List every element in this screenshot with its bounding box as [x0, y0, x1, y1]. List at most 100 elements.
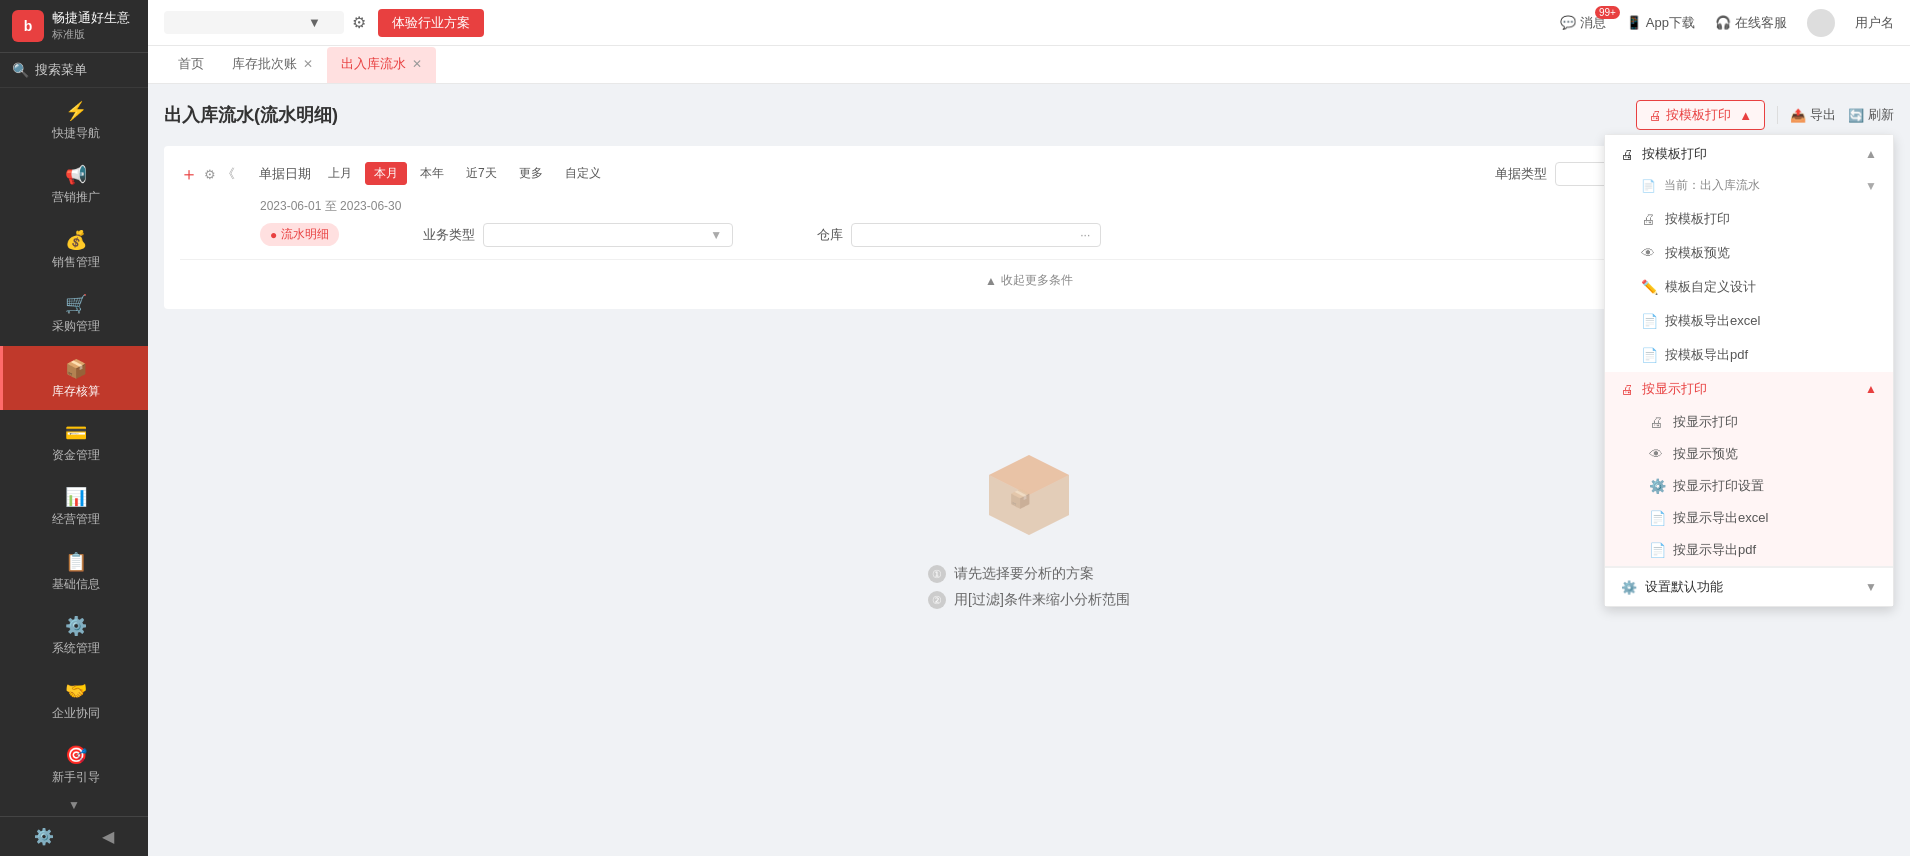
- topbar: ▼ ⚙ 体验行业方案 💬 消息 99+ 📱 App下载 🎧 在线客服: [148, 0, 1910, 46]
- filter-settings-btn[interactable]: ⚙: [204, 167, 216, 182]
- date-btn-custom[interactable]: 自定义: [556, 162, 610, 185]
- filter-add-btn[interactable]: ＋: [180, 162, 198, 186]
- sidebar-item-purchase[interactable]: 🛒 采购管理: [0, 281, 148, 345]
- basic-label: 基础信息: [52, 577, 100, 591]
- tag-label: 流水明细: [281, 226, 329, 243]
- tab-batch-close[interactable]: ✕: [303, 57, 313, 71]
- template-preview-icon: 👁: [1641, 245, 1657, 261]
- date-options: 上月 本月 本年 近7天 更多 自定义: [319, 162, 610, 185]
- app-download-label: App下载: [1646, 14, 1695, 32]
- filter-collapse-btn[interactable]: 《: [222, 165, 235, 183]
- topbar-right: 💬 消息 99+ 📱 App下载 🎧 在线客服 用户名: [1560, 9, 1894, 37]
- tab-batch-label: 库存批次账: [232, 55, 297, 73]
- dropdown-item-template-design[interactable]: ✏️ 模板自定义设计: [1605, 270, 1893, 304]
- sidebar-search[interactable]: 🔍 搜索菜单: [0, 53, 148, 88]
- tab-home[interactable]: 首页: [164, 47, 218, 83]
- dropdown-display-excel[interactable]: 📄 按显示导出excel: [1605, 502, 1893, 534]
- purchase-icon: 🛒: [65, 293, 87, 315]
- sidebar-item-basic[interactable]: 📋 基础信息: [0, 539, 148, 603]
- business-type-arrow: ▼: [710, 228, 722, 242]
- display-pdf-icon: 📄: [1649, 542, 1665, 558]
- page-actions: 🖨 按模板打印 ▲ 📤 导出 🔄 刷新: [1636, 100, 1894, 130]
- refresh-btn[interactable]: 🔄 刷新: [1848, 106, 1894, 124]
- sidebar-item-operation[interactable]: 📊 经营管理: [0, 474, 148, 538]
- sidebar-item-quick-nav[interactable]: ⚡ 快捷导航: [0, 88, 148, 152]
- topbar-settings-icon[interactable]: ⚙: [352, 13, 366, 32]
- dropdown-display-pdf[interactable]: 📄 按显示导出pdf: [1605, 534, 1893, 566]
- tab-flow-close[interactable]: ✕: [412, 57, 422, 71]
- dropdown-title-text: 按模板打印: [1642, 145, 1707, 163]
- dropdown-display-settings[interactable]: ⚙️ 按显示打印设置: [1605, 470, 1893, 502]
- dropdown-header-arrow[interactable]: ▲: [1865, 147, 1877, 161]
- dropdown-title: 🖨 按模板打印: [1621, 145, 1707, 163]
- template-preview-label: 按模板预览: [1665, 244, 1730, 262]
- warehouse-select[interactable]: ···: [851, 223, 1101, 247]
- collapse-sidebar-icon[interactable]: ◀: [102, 827, 114, 846]
- settings-bottom-icon[interactable]: ⚙️: [34, 827, 54, 846]
- display-print-header[interactable]: 🖨 按显示打印 ▲: [1605, 372, 1893, 406]
- print-dropdown-arrow-up: ▲: [1739, 108, 1752, 123]
- marketing-icon: 📢: [65, 164, 87, 186]
- tab-batch-account[interactable]: 库存批次账 ✕: [218, 47, 327, 83]
- operation-icon: 📊: [65, 486, 87, 508]
- sidebar-item-guide[interactable]: 🎯 新手引导: [0, 732, 148, 794]
- export-label: 导出: [1810, 106, 1836, 124]
- dropdown-header: 🖨 按模板打印 ▲: [1605, 135, 1893, 173]
- template-pdf-label: 按模板导出pdf: [1665, 346, 1748, 364]
- display-print-arrow: ▲: [1865, 382, 1877, 396]
- date-btn-this-month[interactable]: 本月: [365, 162, 407, 185]
- sidebar-item-sales[interactable]: 💰 销售管理: [0, 217, 148, 281]
- doc-type-label: 单据类型: [1495, 165, 1547, 183]
- template-design-icon: ✏️: [1641, 279, 1657, 295]
- date-btn-7days[interactable]: 近7天: [457, 162, 506, 185]
- default-setting-arrow[interactable]: ▼: [1865, 580, 1877, 594]
- dropdown-display-print[interactable]: 🖨 按显示打印: [1605, 406, 1893, 438]
- basic-icon: 📋: [65, 551, 87, 573]
- message-icon: 💬: [1560, 15, 1576, 30]
- search-dropdown-arrow[interactable]: ▼: [308, 15, 321, 30]
- collapse-conditions-btn[interactable]: ▲ 收起更多条件: [981, 268, 1077, 293]
- dropdown-item-template-pdf[interactable]: 📄 按模板导出pdf: [1605, 338, 1893, 372]
- dropdown-item-template-excel[interactable]: 📄 按模板导出excel: [1605, 304, 1893, 338]
- print-template-btn[interactable]: 🖨 按模板打印 ▲: [1636, 100, 1765, 130]
- sidebar-item-system[interactable]: ⚙️ 系统管理: [0, 603, 148, 667]
- date-btn-more[interactable]: 更多: [510, 162, 552, 185]
- operation-label: 经营管理: [52, 512, 100, 526]
- sidebar-item-marketing[interactable]: 📢 营销推广: [0, 152, 148, 216]
- step-1-num: ①: [928, 565, 946, 583]
- sidebar-item-inventory[interactable]: 📦 库存核算: [0, 346, 148, 410]
- message-btn[interactable]: 💬 消息 99+: [1560, 14, 1606, 32]
- default-setting-row: ⚙️ 设置默认功能 ▼: [1605, 567, 1893, 606]
- industry-btn[interactable]: 体验行业方案: [378, 9, 484, 37]
- default-setting-icon: ⚙️: [1621, 580, 1637, 595]
- search-input[interactable]: [174, 15, 304, 30]
- tab-flow[interactable]: 出入库流水 ✕: [327, 47, 436, 83]
- content-area: 出入库流水(流水明细) 🖨 按模板打印 ▲ 📤 导出 🔄 刷新: [148, 84, 1910, 856]
- business-type-select[interactable]: ▼: [483, 223, 733, 247]
- topbar-search-box[interactable]: ▼: [164, 11, 344, 34]
- app-download-btn[interactable]: 📱 App下载: [1626, 14, 1695, 32]
- username-label: 用户名: [1855, 14, 1894, 32]
- sidebar-item-enterprise[interactable]: 🤝 企业协同: [0, 668, 148, 732]
- empty-step-2: ② 用[过滤]条件来缩小分析范围: [928, 591, 1130, 609]
- display-excel-label: 按显示导出excel: [1673, 509, 1768, 527]
- user-avatar[interactable]: [1807, 9, 1835, 37]
- dropdown-print-icon: 🖨: [1621, 147, 1634, 162]
- quick-nav-icon: ⚡: [65, 100, 87, 122]
- date-btn-last-month[interactable]: 上月: [319, 162, 361, 185]
- warehouse-arrow: ···: [1080, 228, 1090, 242]
- display-pdf-label: 按显示导出pdf: [1673, 541, 1756, 559]
- dropdown-item-template-print[interactable]: 🖨 按模板打印: [1605, 202, 1893, 236]
- export-btn[interactable]: 📤 导出: [1790, 106, 1836, 124]
- dropdown-item-template-preview[interactable]: 👁 按模板预览: [1605, 236, 1893, 270]
- sidebar-item-finance[interactable]: 💳 资金管理: [0, 410, 148, 474]
- tab-flow-label: 出入库流水: [341, 55, 406, 73]
- display-preview-icon: 👁: [1649, 446, 1665, 462]
- marketing-label: 营销推广: [52, 190, 100, 204]
- display-print-label: 按显示打印: [1673, 413, 1738, 431]
- guide-label: 新手引导: [52, 770, 100, 784]
- finance-icon: 💳: [65, 422, 87, 444]
- dropdown-display-preview[interactable]: 👁 按显示预览: [1605, 438, 1893, 470]
- online-service-btn[interactable]: 🎧 在线客服: [1715, 14, 1787, 32]
- date-btn-this-year[interactable]: 本年: [411, 162, 453, 185]
